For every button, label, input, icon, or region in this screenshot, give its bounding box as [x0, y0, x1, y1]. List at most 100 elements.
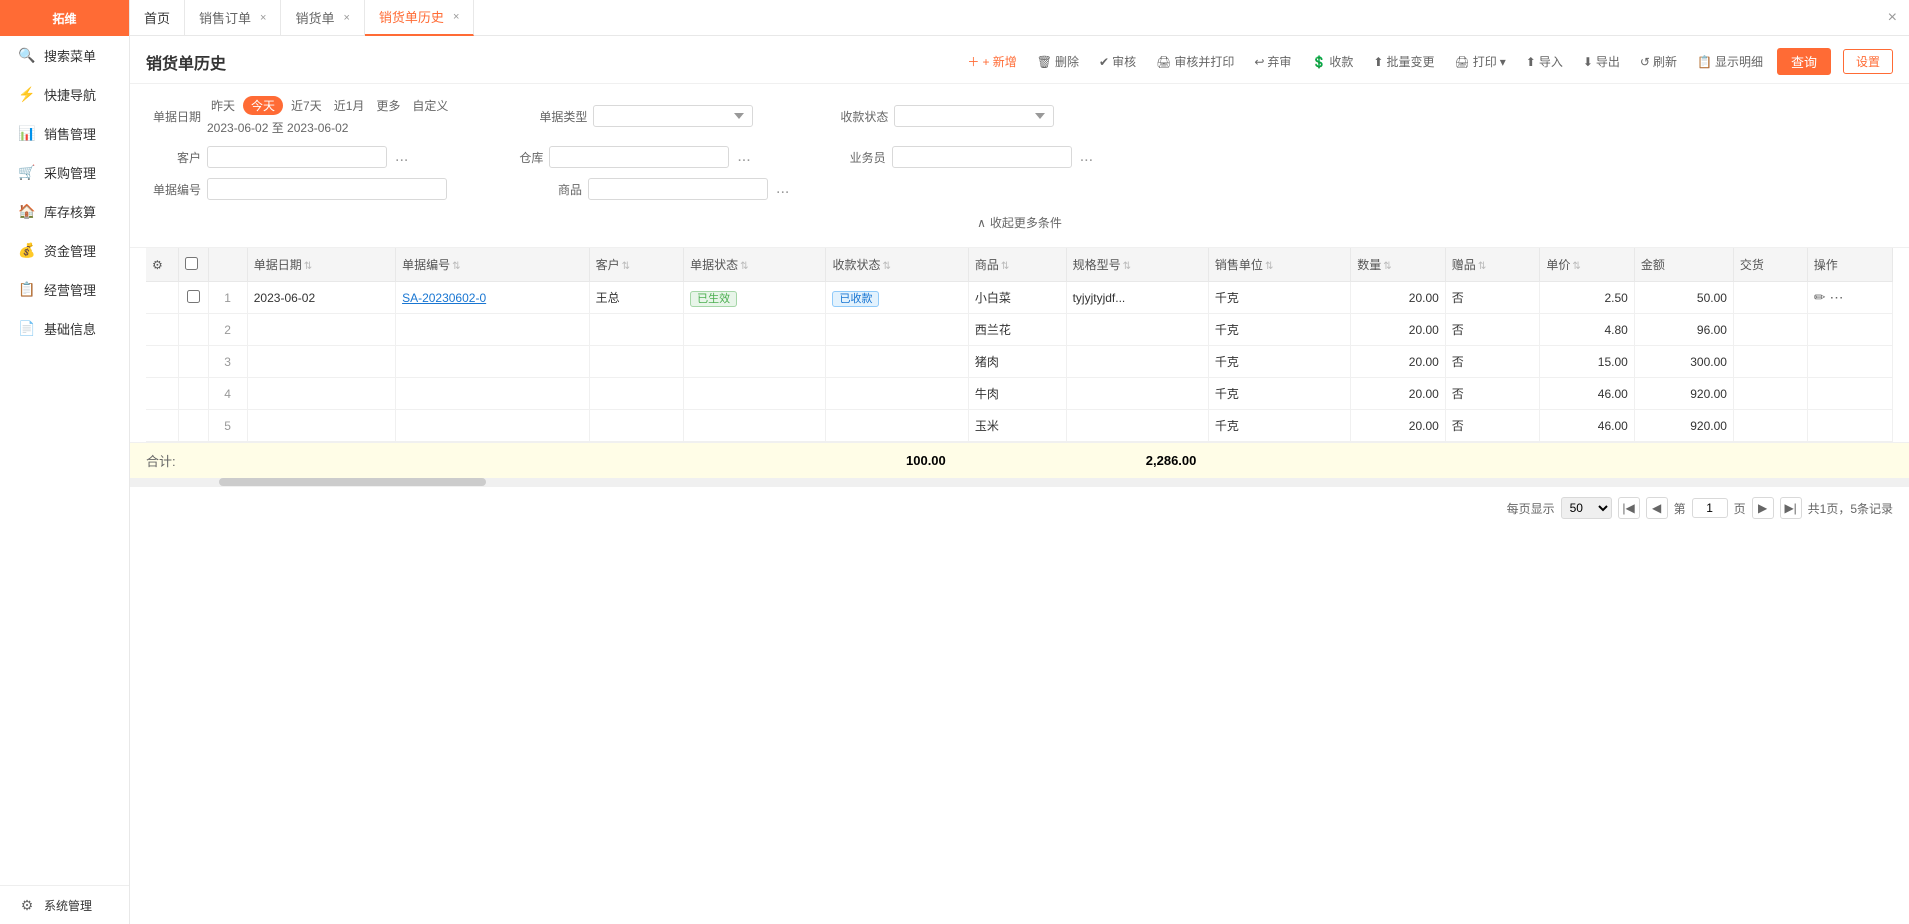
cell-docno[interactable]	[396, 346, 590, 378]
col-header-settings[interactable]: ⚙	[146, 248, 178, 282]
last-page-btn[interactable]: ▶|	[1780, 497, 1802, 519]
first-page-btn[interactable]: |◀	[1618, 497, 1640, 519]
col-header-docdate[interactable]: 单据日期⇅	[247, 248, 395, 282]
col-header-docstatus[interactable]: 单据状态⇅	[684, 248, 826, 282]
sidebar-item-baseinfo[interactable]: 📄 基础信息	[0, 309, 129, 348]
col-header-unit[interactable]: 销售单位⇅	[1208, 248, 1350, 282]
cell-action: ✏⋯	[1807, 282, 1892, 314]
cell-check[interactable]	[178, 314, 208, 346]
tab-sales-order[interactable]: 销售订单 ×	[185, 0, 281, 36]
sidebar-item-inventory[interactable]: 🏠 库存核算	[0, 192, 129, 231]
page-label: 第	[1674, 500, 1686, 517]
cell-customer	[589, 314, 684, 346]
goods-dots[interactable]: ...	[776, 180, 789, 198]
audit-print-button[interactable]: 🖨 审核并打印	[1150, 50, 1240, 73]
collect-button[interactable]: 💲 收款	[1305, 50, 1359, 73]
footer-total-amount: 2,286.00	[1146, 453, 1197, 468]
warehouse-input[interactable]	[549, 146, 729, 168]
date-btn-more[interactable]: 更多	[372, 96, 404, 115]
goods-input[interactable]	[588, 178, 768, 200]
date-btn-yesterday[interactable]: 昨天	[207, 96, 239, 115]
check-all[interactable]	[185, 257, 198, 270]
batch-change-button[interactable]: ⬆ 批量变更	[1367, 50, 1440, 73]
col-header-unitprice[interactable]: 单价⇅	[1540, 248, 1635, 282]
sidebar-item-label: 搜索菜单	[44, 46, 96, 65]
goods-label: 商品	[527, 181, 582, 198]
tab-sales-history[interactable]: 销货单历史 ×	[365, 0, 474, 36]
query-button[interactable]: 查询	[1777, 48, 1831, 75]
cell-check[interactable]	[178, 346, 208, 378]
edit-icon[interactable]: ✏	[1814, 289, 1826, 306]
abandon-button[interactable]: ↩ 弃审	[1248, 50, 1297, 73]
customer-dots[interactable]: ...	[395, 148, 408, 166]
export-button[interactable]: ⬇ 导出	[1577, 50, 1626, 73]
col-header-customer[interactable]: 客户⇅	[589, 248, 684, 282]
sidebar-item-sales[interactable]: 📊 销售管理	[0, 114, 129, 153]
sidebar-item-search[interactable]: 🔍 搜索菜单	[0, 36, 129, 75]
col-header-paymentstatus[interactable]: 收款状态⇅	[826, 248, 968, 282]
cell-settings	[146, 282, 178, 314]
sidebar-item-quicknav[interactable]: ⚡ 快捷导航	[0, 75, 129, 114]
date-btn-custom[interactable]: 自定义	[408, 96, 452, 115]
sidebar-item-purchase[interactable]: 🛒 采购管理	[0, 153, 129, 192]
cell-unit: 千克	[1208, 346, 1350, 378]
close-tab-sales-goods[interactable]: ×	[343, 12, 349, 24]
main-area: 首页 销售订单 × 销货单 × 销货单历史 × × 销货单历史 ＋ + 新增	[130, 0, 1909, 924]
sidebar: 拓维 🔍 搜索菜单 ⚡ 快捷导航 📊 销售管理 🛒 采购管理 🏠 库存核算 💰 …	[0, 0, 130, 924]
sidebar-item-label: 资金管理	[44, 241, 96, 260]
sidebar-item-system[interactable]: ⚙ 系统管理	[0, 886, 129, 924]
cell-unit: 千克	[1208, 410, 1350, 442]
print-button[interactable]: 🖨 打印 ▾	[1448, 50, 1511, 73]
date-btn-1month[interactable]: 近1月	[330, 96, 369, 115]
refresh-button[interactable]: ↺ 刷新	[1634, 50, 1683, 73]
col-header-check[interactable]	[178, 248, 208, 282]
doc-type-select[interactable]	[593, 105, 753, 127]
delete-button[interactable]: 🗑 删除	[1031, 50, 1085, 73]
cell-docno[interactable]	[396, 378, 590, 410]
import-button[interactable]: ⬆ 导入	[1520, 50, 1569, 73]
filter-customer: 客户 ...	[146, 146, 408, 168]
more-icon[interactable]: ⋯	[1829, 289, 1843, 306]
cell-check[interactable]	[178, 378, 208, 410]
close-tab-sales-order[interactable]: ×	[260, 12, 266, 24]
cell-docno[interactable]	[396, 314, 590, 346]
cell-check[interactable]	[178, 410, 208, 442]
sidebar-item-finance[interactable]: 💰 资金管理	[0, 231, 129, 270]
scroll-thumb[interactable]	[219, 478, 486, 486]
cell-paymentstatus	[826, 346, 968, 378]
display-button[interactable]: 📋 显示明细	[1691, 50, 1769, 73]
col-header-spec[interactable]: 规格型号⇅	[1066, 248, 1208, 282]
tab-home[interactable]: 首页	[130, 0, 185, 36]
col-header-gift[interactable]: 赠品⇅	[1445, 248, 1540, 282]
docno-input[interactable]	[207, 178, 447, 200]
col-header-qty[interactable]: 数量⇅	[1351, 248, 1446, 282]
staff-input[interactable]	[892, 146, 1072, 168]
cell-docno[interactable]	[396, 410, 590, 442]
date-btn-7days[interactable]: 近7天	[287, 96, 326, 115]
col-header-amount[interactable]: 金额	[1634, 248, 1733, 282]
horizontal-scrollbar[interactable]	[130, 478, 1909, 486]
page-number-input[interactable]	[1692, 498, 1728, 518]
collapse-button[interactable]: ∧ 收起更多条件	[146, 210, 1893, 235]
new-button[interactable]: ＋ + 新增	[961, 50, 1022, 73]
docno-label: 单据编号	[146, 181, 201, 198]
cell-check[interactable]	[178, 282, 208, 314]
col-header-goods[interactable]: 商品⇅	[968, 248, 1066, 282]
cell-qty: 20.00	[1351, 378, 1446, 410]
next-page-btn[interactable]: ▶	[1752, 497, 1774, 519]
col-header-docno[interactable]: 单据编号⇅	[396, 248, 590, 282]
prev-page-btn[interactable]: ◀	[1646, 497, 1668, 519]
audit-button[interactable]: ✔ 审核	[1093, 50, 1142, 73]
warehouse-dots[interactable]: ...	[737, 148, 750, 166]
staff-dots[interactable]: ...	[1080, 148, 1093, 166]
close-tab-sales-history[interactable]: ×	[453, 11, 459, 23]
date-btn-today[interactable]: 今天	[243, 96, 283, 115]
close-all-tabs[interactable]: ×	[1876, 9, 1909, 27]
tab-sales-goods[interactable]: 销货单 ×	[281, 0, 364, 36]
page-size-select[interactable]: 50 100	[1561, 497, 1612, 519]
settings-button[interactable]: 设置	[1843, 49, 1893, 74]
payment-select[interactable]	[894, 105, 1054, 127]
sidebar-item-operations[interactable]: 📋 经营管理	[0, 270, 129, 309]
cell-docno[interactable]: SA-20230602-0	[396, 282, 590, 314]
customer-input[interactable]	[207, 146, 387, 168]
